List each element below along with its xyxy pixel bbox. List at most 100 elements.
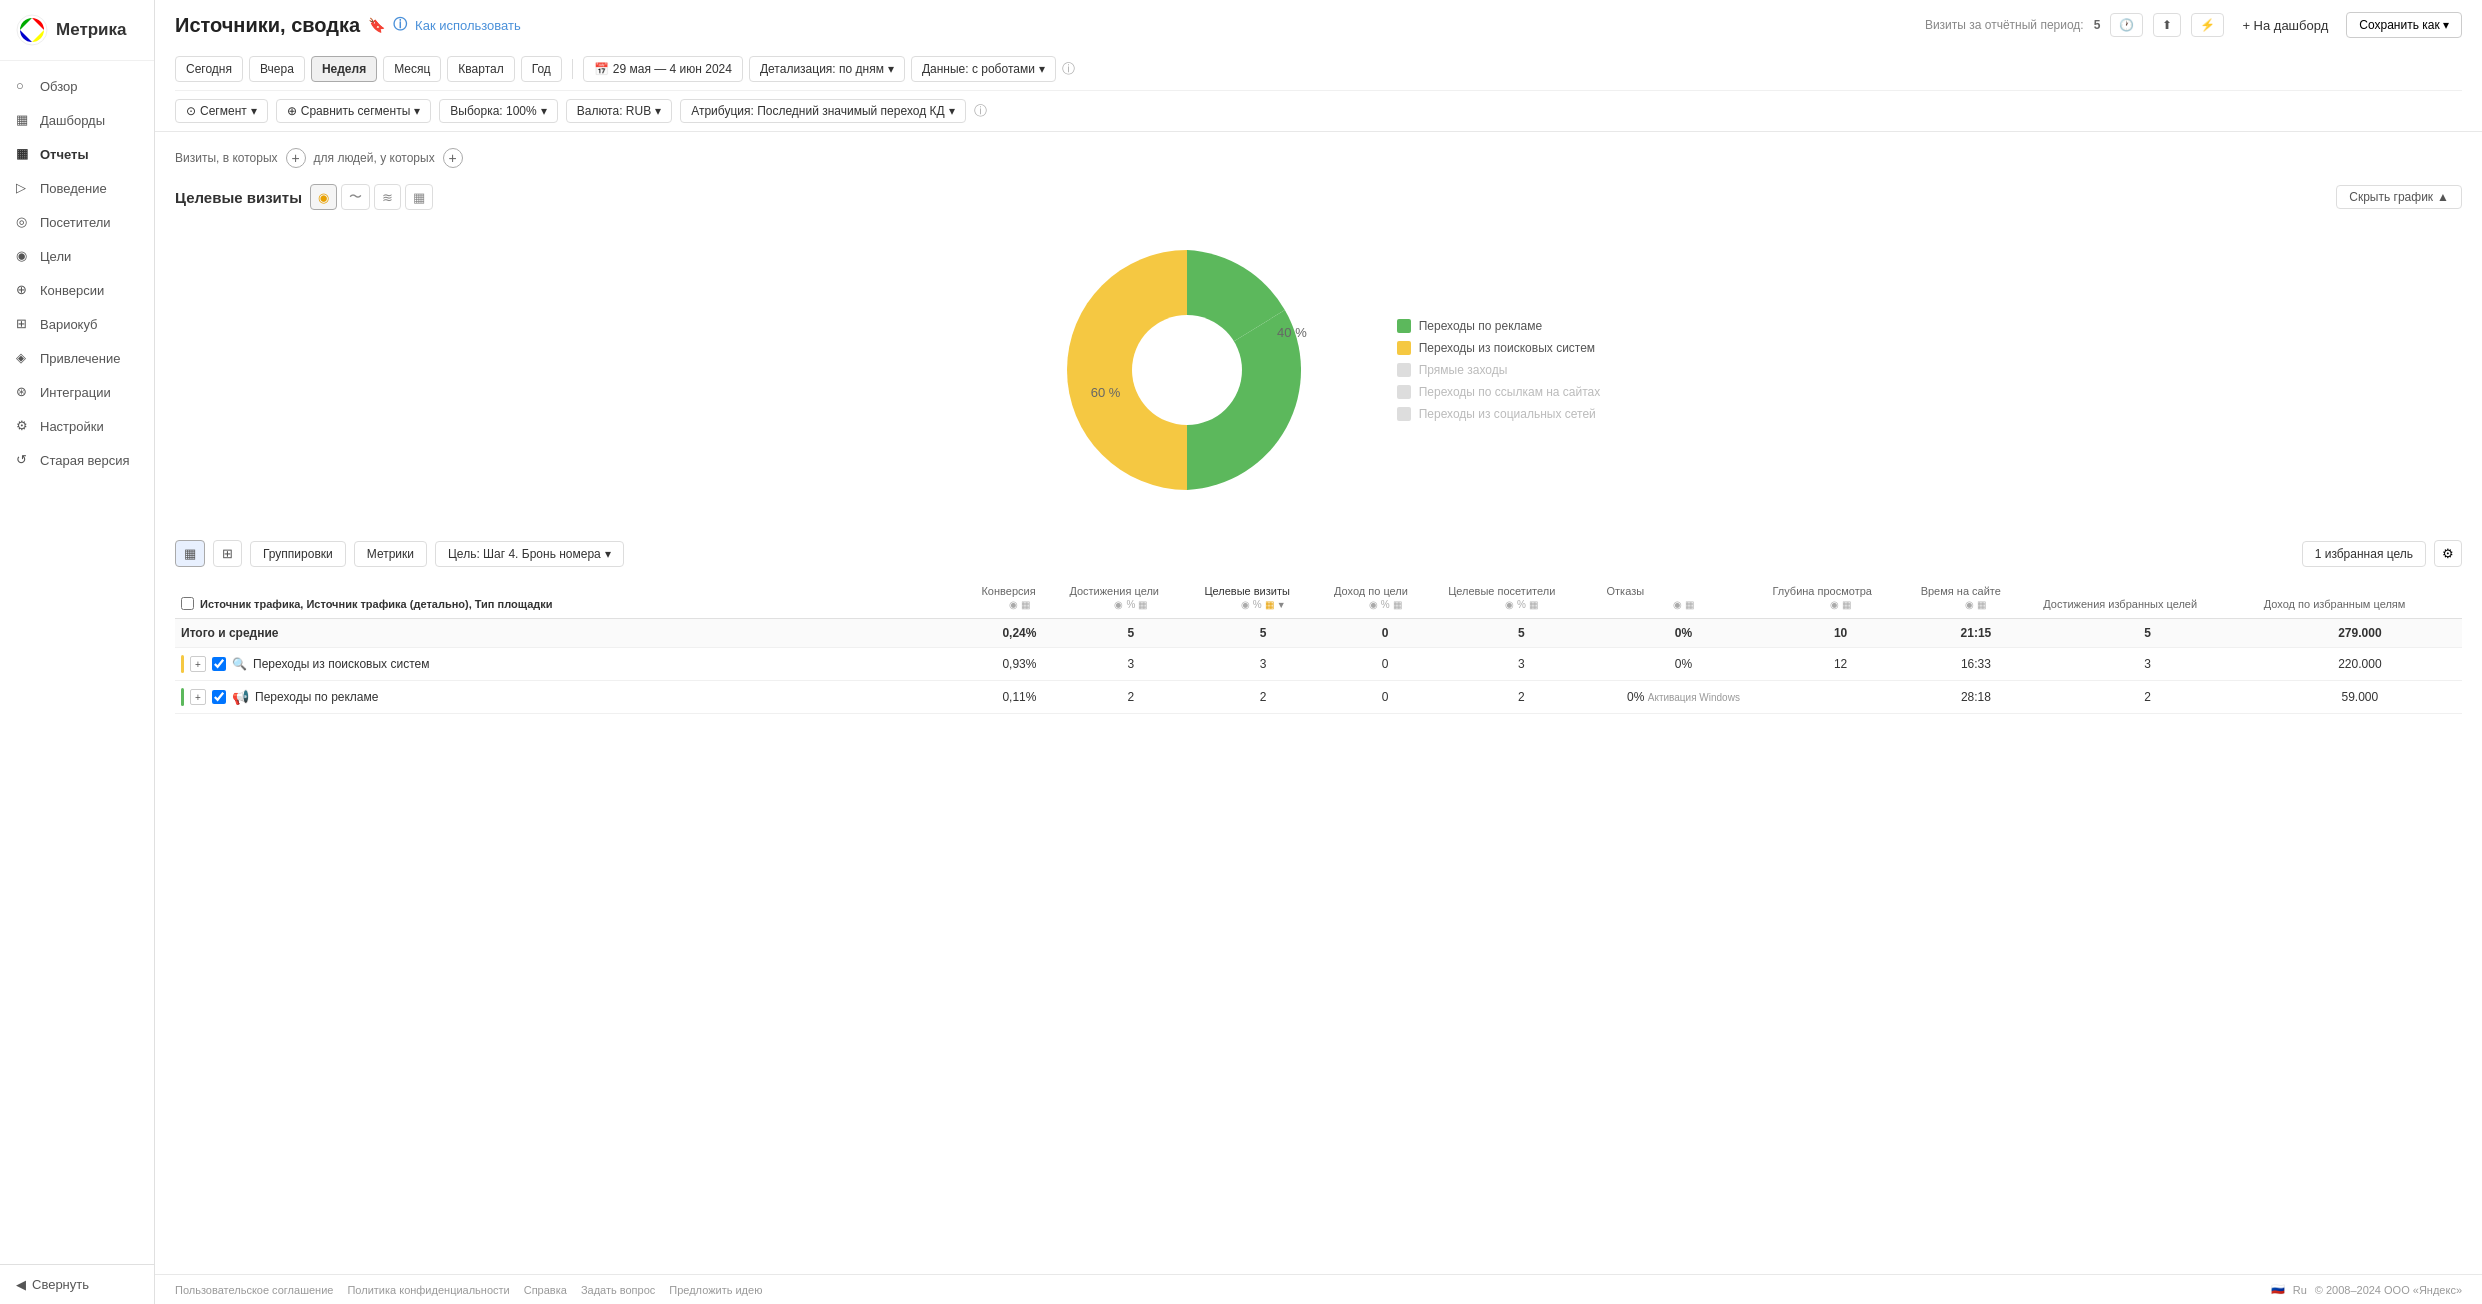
th-dimension: Источник трафика, Источник трафика (дета… [175,577,975,619]
bar-icon-d[interactable]: ▦ [1842,599,1851,610]
pie-icon-ga[interactable]: ◉ [1114,599,1123,610]
bar-icon-tv[interactable]: ▦ [1265,599,1274,610]
ask-link[interactable]: Задать вопрос [581,1284,655,1296]
td-search-conversion: 0,93% [975,648,1063,681]
detail-button[interactable]: Детализация: по дням ▾ [749,56,905,82]
period-yesterday[interactable]: Вчера [249,56,305,82]
chart-type-line[interactable]: 〜 [341,184,370,210]
chart-legend: Переходы по рекламе Переходы из поисковы… [1397,319,1601,421]
how-to-use-link[interactable]: Как использовать [415,18,521,33]
pct-icon-ga[interactable]: % [1126,599,1135,610]
chart-type-bar[interactable]: ▦ [405,184,433,210]
th-conversion[interactable]: Конверсия ◉ ▦ [975,577,1063,619]
pie-icon-tv[interactable]: ◉ [1241,599,1250,610]
add-people-filter-button[interactable]: + [443,148,463,168]
th-bounces[interactable]: Отказы ◉ ▦ [1601,577,1767,619]
legend-color-social [1397,407,1411,421]
th-fav-goals-label: Достижения избранных целей [2043,598,2252,610]
period-year[interactable]: Год [521,56,562,82]
bar-icon-ga[interactable]: ▦ [1138,599,1147,610]
period-today[interactable]: Сегодня [175,56,243,82]
sidebar-item-integrations[interactable]: ⊛ Интеграции [0,375,154,409]
pie-icon-gr[interactable]: ◉ [1369,599,1378,610]
compare-segments-button[interactable]: ⊕ Сравнить сегменты ▾ [276,99,432,123]
table-settings-button[interactable]: ⚙ [2434,540,2462,567]
add-visit-filter-button[interactable]: + [286,148,306,168]
pie-icon-conversion[interactable]: ◉ [1009,599,1018,610]
attribution-button[interactable]: Атрибуция: Последний значимый переход КД… [680,99,965,123]
sidebar-item-overview[interactable]: ○ Обзор [0,69,154,103]
suggest-link[interactable]: Предложить идею [669,1284,762,1296]
add-dashboard-button[interactable]: + На дашборд [2234,13,2336,38]
expand-ads-button[interactable]: + [190,689,206,705]
hide-chart-button[interactable]: Скрыть график ▲ [2336,185,2462,209]
th-target-visits[interactable]: Целевые визиты ◉ % ▦ ▼ [1198,577,1328,619]
integrations-icon: ⊛ [16,384,32,400]
metrics-button[interactable]: Метрики [354,541,427,567]
compare-button[interactable]: ⚡ [2191,13,2224,37]
sidebar-item-attraction[interactable]: ◈ Привлечение [0,341,154,375]
sidebar-item-behavior[interactable]: ▷ Поведение [0,171,154,205]
history-button[interactable]: 🕐 [2110,13,2143,37]
date-range-button[interactable]: 📅 29 мая — 4 июн 2024 [583,56,743,82]
expand-search-button[interactable]: + [190,656,206,672]
th-target-visitors[interactable]: Целевые посетители ◉ % ▦ [1442,577,1600,619]
user-agreement-link[interactable]: Пользовательское соглашение [175,1284,333,1296]
sidebar-item-settings[interactable]: ⚙ Настройки [0,409,154,443]
period-week[interactable]: Неделя [311,56,377,82]
help-link[interactable]: Справка [524,1284,567,1296]
save-as-button[interactable]: Сохранить как ▾ [2346,12,2462,38]
bar-icon-t[interactable]: ▦ [1977,599,1986,610]
sidebar-item-visitors[interactable]: ◎ Посетители [0,205,154,239]
export-button[interactable]: ⬆ [2153,13,2181,37]
pct-icon-gr[interactable]: % [1381,599,1390,610]
groupings-button[interactable]: Группировки [250,541,346,567]
th-goal-achieve[interactable]: Достижения цели ◉ % ▦ [1063,577,1198,619]
selected-goal-button[interactable]: 1 избранная цель [2302,541,2426,567]
period-month[interactable]: Месяц [383,56,441,82]
th-depth[interactable]: Глубина просмотра ◉ ▦ [1766,577,1914,619]
select-all-checkbox[interactable] [181,597,194,610]
sidebar-item-variocube[interactable]: ⊞ Вариокуб [0,307,154,341]
privacy-link[interactable]: Политика конфиденциальности [347,1284,509,1296]
td-search-fav-goals: 3 [2037,648,2258,681]
chart-type-area[interactable]: ≋ [374,184,401,210]
td-ads-fav-goals: 2 [2037,681,2258,714]
table-view-button[interactable]: ▦ [175,540,205,567]
period-quarter[interactable]: Квартал [447,56,514,82]
table-view-alt-button[interactable]: ⊞ [213,540,242,567]
donut-chart: 60 % 40 % [1037,220,1337,520]
th-goal-revenue[interactable]: Доход по цели ◉ % ▦ [1328,577,1442,619]
pct-icon-tv[interactable]: % [1253,599,1262,610]
sidebar-item-dashboards[interactable]: ▦ Дашборды [0,103,154,137]
pct-icon-tvs[interactable]: % [1517,599,1526,610]
sidebar-item-old-version[interactable]: ↺ Старая версия [0,443,154,477]
chart-type-donut[interactable]: ◉ [310,184,337,210]
bar-icon-conversion[interactable]: ▦ [1021,599,1030,610]
legend-color-ads [1397,319,1411,333]
currency-button[interactable]: Валюта: RUB ▾ [566,99,672,123]
bar-icon-tvs[interactable]: ▦ [1529,599,1538,610]
pie-icon-t[interactable]: ◉ [1965,599,1974,610]
pie-icon-d[interactable]: ◉ [1830,599,1839,610]
segment-button[interactable]: ⊙ Сегмент ▾ [175,99,268,123]
bar-icon-b[interactable]: ▦ [1685,599,1694,610]
selection-button[interactable]: Выборка: 100% ▾ [439,99,557,123]
ads-row-checkbox[interactable] [212,690,226,704]
ads-icon: 📢 [232,689,249,705]
chart-area: 60 % 40 % Переходы по рекламе Переходы и… [175,220,2462,520]
search-row-checkbox[interactable] [212,657,226,671]
data-button[interactable]: Данные: с роботами ▾ [911,56,1056,82]
pie-icon-tvs[interactable]: ◉ [1505,599,1514,610]
sidebar-item-reports[interactable]: ▦ Отчеты [0,137,154,171]
pie-icon-b[interactable]: ◉ [1673,599,1682,610]
sidebar-item-conversions[interactable]: ⊕ Конверсии [0,273,154,307]
th-fav-revenue[interactable]: Доход по избранным целям [2258,577,2462,619]
th-fav-goals[interactable]: Достижения избранных целей [2037,577,2258,619]
info-icon[interactable]: ⓘ [393,16,407,34]
collapse-button[interactable]: ◀ Свернуть [0,1264,154,1304]
sidebar-item-goals[interactable]: ◉ Цели [0,239,154,273]
th-time-on-site[interactable]: Время на сайте ◉ ▦ [1915,577,2038,619]
bar-icon-gr[interactable]: ▦ [1393,599,1402,610]
goal-button[interactable]: Цель: Шаг 4. Бронь номера ▾ [435,541,624,567]
